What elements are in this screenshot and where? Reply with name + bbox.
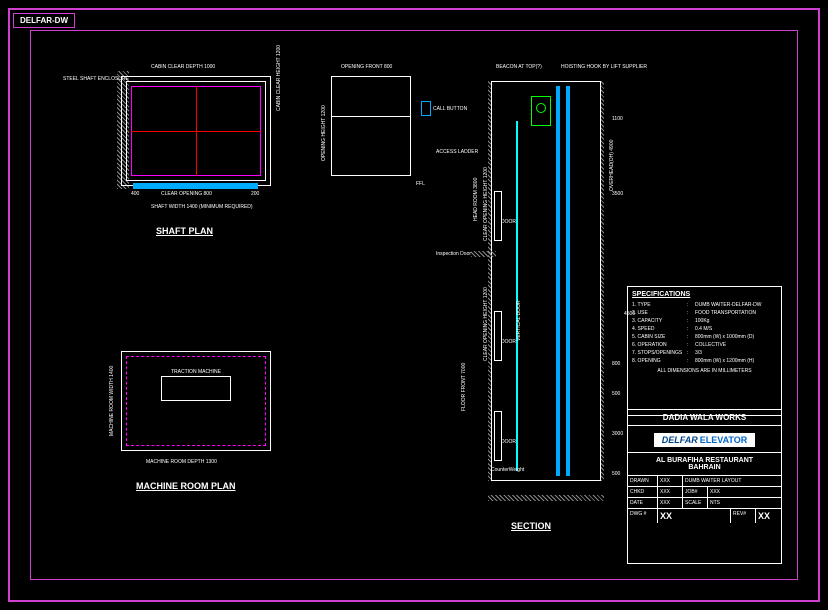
dim-3500: 3500 bbox=[612, 191, 623, 197]
door-label-3: DOOR bbox=[501, 439, 516, 445]
spec-row: 6. OPERATION:COLLECTIVE bbox=[632, 342, 777, 348]
dwg-title: DUMB WAITER LAYOUT bbox=[683, 476, 781, 486]
shaft-width-label: SHAFT WIDTH 1400 (MINIMUM REQUIRED) bbox=[151, 204, 253, 210]
inner-frame: STEEL SHAFT ENCLOSURE CABIN CLEAR DEPTH … bbox=[30, 30, 798, 580]
machine-label: TRACTION MACHINE bbox=[171, 369, 221, 375]
dim-3000: 3000 bbox=[612, 431, 623, 437]
tb-row-2: CHKD XXX JOB# XXX bbox=[628, 487, 781, 498]
spec-note: ALL DIMENSIONS ARE IN MILLIMETERS bbox=[632, 368, 777, 374]
machine-plan-view: TRACTION MACHINE MACHINE ROOM DEPTH 1300… bbox=[91, 341, 291, 481]
spec-row: 3. CAPACITY:100Kg bbox=[632, 318, 777, 324]
shaft-plan-title: SHAFT PLAN bbox=[156, 226, 213, 236]
logo-row: DELFARELEVATOR bbox=[628, 426, 781, 453]
spec-row: 4. SPEED:0.4 M/S bbox=[632, 326, 777, 332]
tb-row-4: DWG # XX REV# XX bbox=[628, 509, 781, 523]
spec-row: 2. USE:FOOD TRANSPORTATION bbox=[632, 310, 777, 316]
beacon-label: BEACON AT TOP(?) bbox=[496, 64, 542, 70]
dim-400: 400 bbox=[131, 191, 139, 197]
mr-width-label: MACHINE ROOM WIDTH 1400 bbox=[109, 366, 115, 436]
dim-1100: 1100 bbox=[612, 116, 623, 122]
inspection-label: Inspection Door bbox=[436, 251, 471, 257]
dim-800: 800 bbox=[612, 361, 620, 367]
mr-depth-label: MACHINE ROOM DEPTH 1300 bbox=[146, 459, 217, 465]
vertical-door-label: VERTICAL DOOR bbox=[516, 300, 522, 341]
hoisting-label: HOISTING HOOK BY LIFT SUPPLIER bbox=[561, 64, 611, 70]
dim-pit: 500 bbox=[612, 471, 620, 477]
project-name: AL BURAFIHA RESTAURANT BAHRAIN bbox=[628, 453, 781, 476]
spec-title: SPECIFICATIONS bbox=[632, 291, 777, 298]
spec-row: 1. TYPE:DUMB WAITER-DELFAR-DW bbox=[632, 302, 777, 308]
cabin-depth-label: CABIN CLEAR DEPTH 1000 bbox=[151, 64, 215, 70]
machine-plan-title: MACHINE ROOM PLAN bbox=[136, 481, 236, 491]
door-label-1: DOOR bbox=[501, 219, 516, 225]
section-title: SECTION bbox=[511, 521, 551, 531]
clear-opening-label: CLEAR OPENING 800 bbox=[161, 191, 212, 197]
title-block: DADIA WALA WORKS DELFARELEVATOR AL BURAF… bbox=[627, 409, 782, 564]
brand-label: DELFAR-DW bbox=[13, 13, 75, 28]
clear-h2-label: CLEAR OPENING HEIGHT 1200 bbox=[483, 287, 489, 361]
ffl-label: FFL bbox=[416, 181, 425, 187]
dim-500: 500 bbox=[612, 391, 620, 397]
head-label: HEAD ROOM 3800 bbox=[473, 178, 479, 221]
access-label: ACCESS LADDER bbox=[436, 149, 478, 155]
open-height-label: OPENING HEIGHT 1200 bbox=[321, 105, 327, 161]
section-view: BEACON AT TOP(?) HOISTING HOOK BY LIFT S… bbox=[461, 61, 621, 501]
tb-row-3: DATE XXX SCALE NTS bbox=[628, 498, 781, 509]
spec-row: 5. CABIN SIZE:800mm (W) x 1000mm (D) bbox=[632, 334, 777, 340]
delfar-logo: DELFARELEVATOR bbox=[654, 433, 756, 447]
floor-front-label: FLOOR FRONT 7000 bbox=[461, 363, 467, 411]
opening-plan-view: OPENING FRONT 800 OPENING HEIGHT 1200 CA… bbox=[321, 61, 441, 201]
clear-h1-label: CLEAR OPENING HEIGHT 1200 bbox=[483, 167, 489, 241]
outer-frame: DELFAR-DW STEEL SHAFT ENCLOSURE CABIN CL… bbox=[8, 8, 820, 602]
enclosure-label: STEEL SHAFT ENCLOSURE bbox=[63, 76, 113, 82]
open-front-label: OPENING FRONT 800 bbox=[341, 64, 392, 70]
spec-box: SPECIFICATIONS 1. TYPE:DUMB WAITER-DELFA… bbox=[627, 286, 782, 416]
overhead-label: OVERHEAD(OH) 4900 bbox=[609, 140, 615, 191]
spec-row: 7. STOPS/OPENINGS:3/3 bbox=[632, 350, 777, 356]
shaft-plan-view: STEEL SHAFT ENCLOSURE CABIN CLEAR DEPTH … bbox=[91, 61, 291, 211]
tb-row-1: DRAWN XXX DUMB WAITER LAYOUT bbox=[628, 476, 781, 487]
client-name: DADIA WALA WORKS bbox=[628, 410, 781, 426]
dim-200: 200 bbox=[251, 191, 259, 197]
counter-label: CounterWeight bbox=[491, 467, 524, 473]
door-label-2: DOOR bbox=[501, 339, 516, 345]
spec-row: 8. OPENING:800mm (W) x 1200mm (H) bbox=[632, 358, 777, 364]
cabin-height-label: CABIN CLEAR HEIGHT 1200 bbox=[276, 45, 282, 111]
